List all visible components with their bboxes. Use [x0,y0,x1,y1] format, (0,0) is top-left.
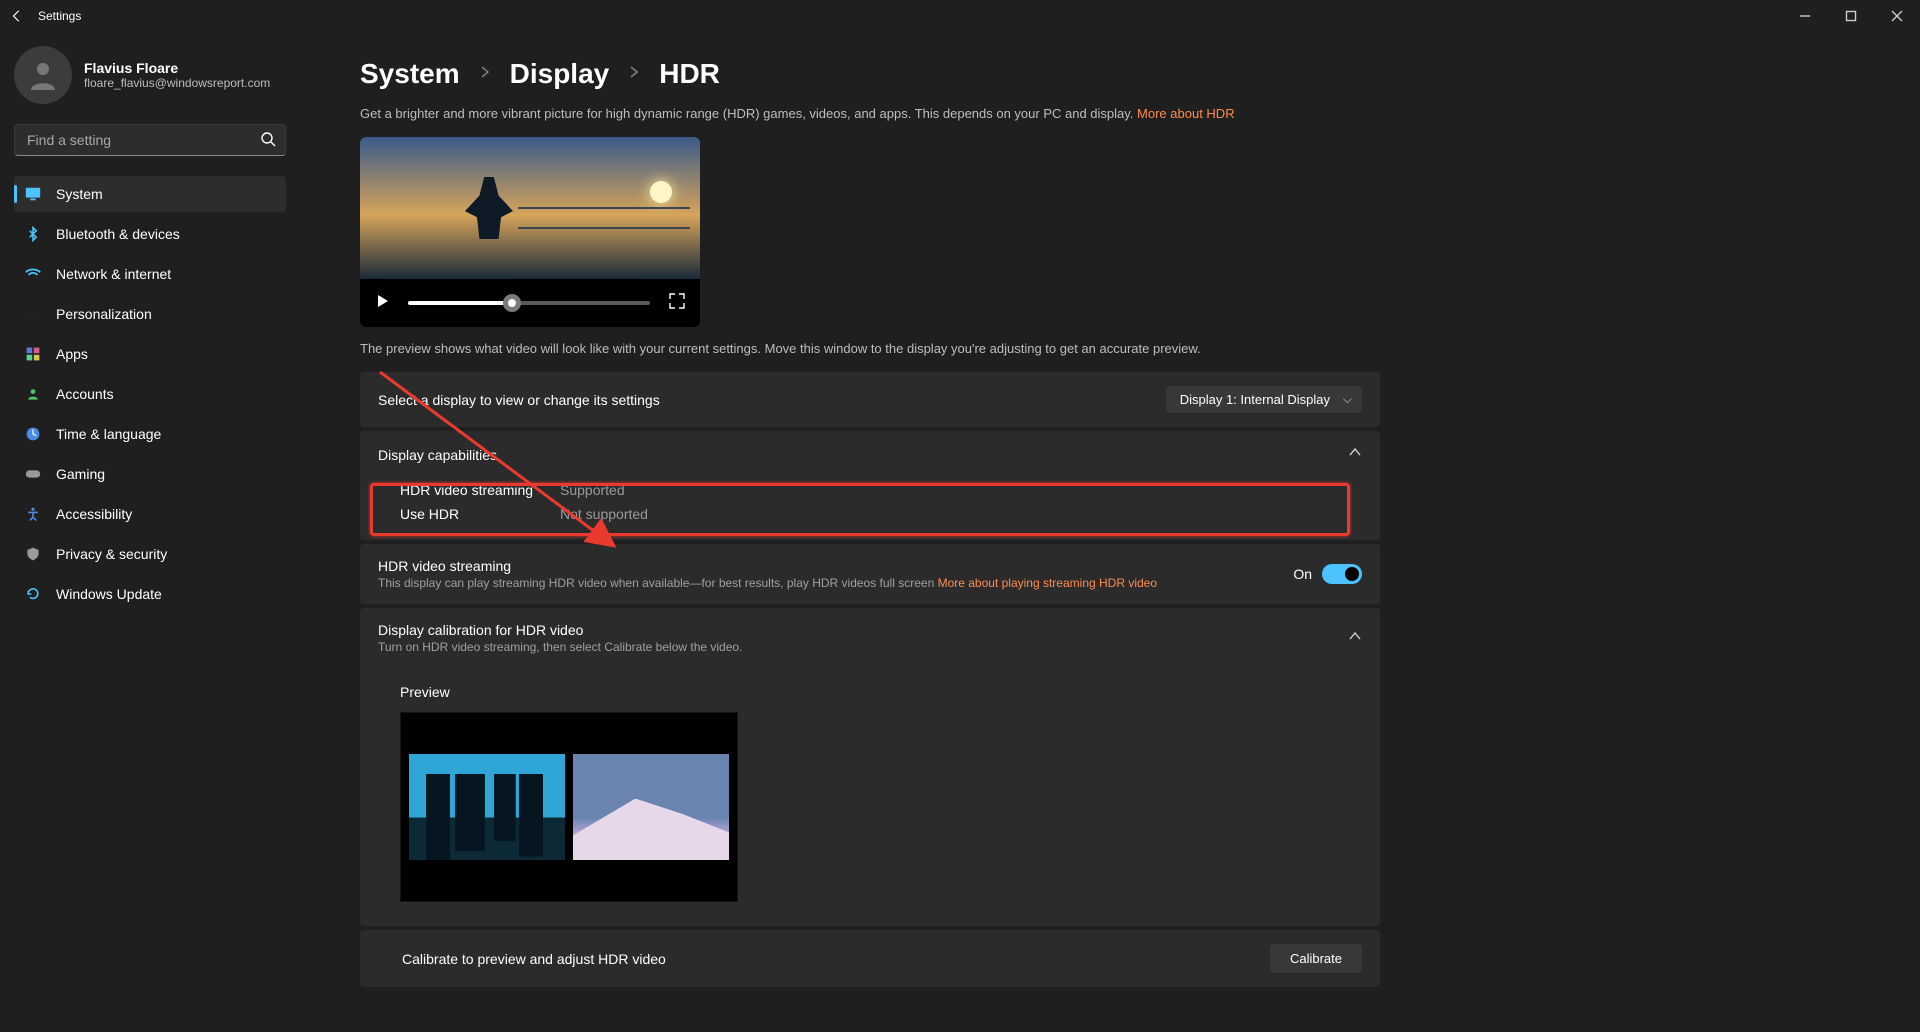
close-button[interactable] [1874,0,1920,32]
window-title: Settings [38,9,81,23]
sidebar-item-accessibility[interactable]: Accessibility [14,496,286,532]
preview-note: The preview shows what video will look l… [360,341,1860,356]
switch-state-label: On [1293,566,1312,582]
apps-icon [24,345,42,363]
calibrate-row-label: Calibrate to preview and adjust HDR vide… [378,951,666,967]
display-capabilities-title: Display capabilities [378,447,497,463]
user-name: Flavius Floare [84,60,270,76]
sidebar-item-label: Accessibility [56,506,132,522]
search-icon [260,131,276,152]
video-preview [360,137,700,327]
capability-row: Use HDR Not supported [400,502,1340,526]
display-select[interactable]: Display 1: Internal Display [1166,386,1362,413]
person-icon [24,385,42,403]
chevron-right-icon [627,65,641,84]
calibrate-button[interactable]: Calibrate [1270,944,1362,973]
calibration-header[interactable]: Display calibration for HDR video Turn o… [360,608,1380,668]
brush-icon [24,305,42,323]
sidebar-item-privacy[interactable]: Privacy & security [14,536,286,572]
sidebar-item-label: Time & language [56,426,161,442]
sidebar-item-windows-update[interactable]: Windows Update [14,576,286,612]
sidebar-item-label: Privacy & security [56,546,167,562]
breadcrumb-current: HDR [659,58,720,90]
chevron-up-icon [1348,629,1362,648]
sidebar-item-gaming[interactable]: Gaming [14,456,286,492]
shield-icon [24,545,42,563]
capability-row: HDR video streaming Supported [400,478,1340,502]
user-email: floare_flavius@windowsreport.com [84,76,270,90]
update-icon [24,585,42,603]
sidebar-item-accounts[interactable]: Accounts [14,376,286,412]
play-button[interactable] [374,293,390,314]
sidebar-item-label: Personalization [56,306,152,322]
sidebar-item-label: Accounts [56,386,114,402]
monitor-icon [24,185,42,203]
maximize-button[interactable] [1828,0,1874,32]
more-streaming-link[interactable]: More about playing streaming HDR video [938,576,1157,590]
chevron-right-icon [478,65,492,84]
back-button[interactable] [10,9,24,23]
hdr-streaming-toggle[interactable] [1322,564,1362,584]
intro-text: Get a brighter and more vibrant picture … [360,106,1860,121]
avatar [14,46,72,104]
sidebar-item-label: Network & internet [56,266,171,282]
fullscreen-button[interactable] [668,292,686,315]
sidebar-item-bluetooth[interactable]: Bluetooth & devices [14,216,286,252]
sidebar-item-label: Apps [56,346,88,362]
more-about-hdr-link[interactable]: More about HDR [1137,106,1235,121]
display-capabilities-header[interactable]: Display capabilities [360,431,1380,478]
minimize-button[interactable] [1782,0,1828,32]
sidebar-item-system[interactable]: System [14,176,286,212]
accessibility-icon [24,505,42,523]
sidebar-item-label: Gaming [56,466,105,482]
sidebar-item-personalization[interactable]: Personalization [14,296,286,332]
wifi-icon [24,265,42,283]
hdr-streaming-title: HDR video streaming [378,558,1157,574]
hdr-streaming-desc: This display can play streaming HDR vide… [378,576,1157,590]
calibration-desc: Turn on HDR video streaming, then select… [378,640,742,654]
breadcrumb: System Display HDR [360,58,1860,90]
breadcrumb-display[interactable]: Display [510,58,610,90]
video-scene [360,137,700,279]
sidebar-item-apps[interactable]: Apps [14,336,286,372]
sidebar-item-label: Bluetooth & devices [56,226,180,242]
user-profile[interactable]: Flavius Floare floare_flavius@windowsrep… [14,46,286,104]
sidebar-item-network[interactable]: Network & internet [14,256,286,292]
select-display-label: Select a display to view or change its s… [378,392,660,408]
sidebar-item-label: Windows Update [56,586,162,602]
sidebar-item-time-language[interactable]: Time & language [14,416,286,452]
gamepad-icon [24,465,42,483]
chevron-up-icon [1348,445,1362,464]
sidebar-item-label: System [56,186,103,202]
search-input[interactable] [14,124,286,156]
breadcrumb-system[interactable]: System [360,58,460,90]
calibration-preview-image [400,712,738,902]
clock-globe-icon [24,425,42,443]
calibration-title: Display calibration for HDR video [378,622,742,638]
seek-slider[interactable] [408,301,650,305]
bluetooth-icon [24,225,42,243]
calibration-preview-label: Preview [400,684,1340,700]
